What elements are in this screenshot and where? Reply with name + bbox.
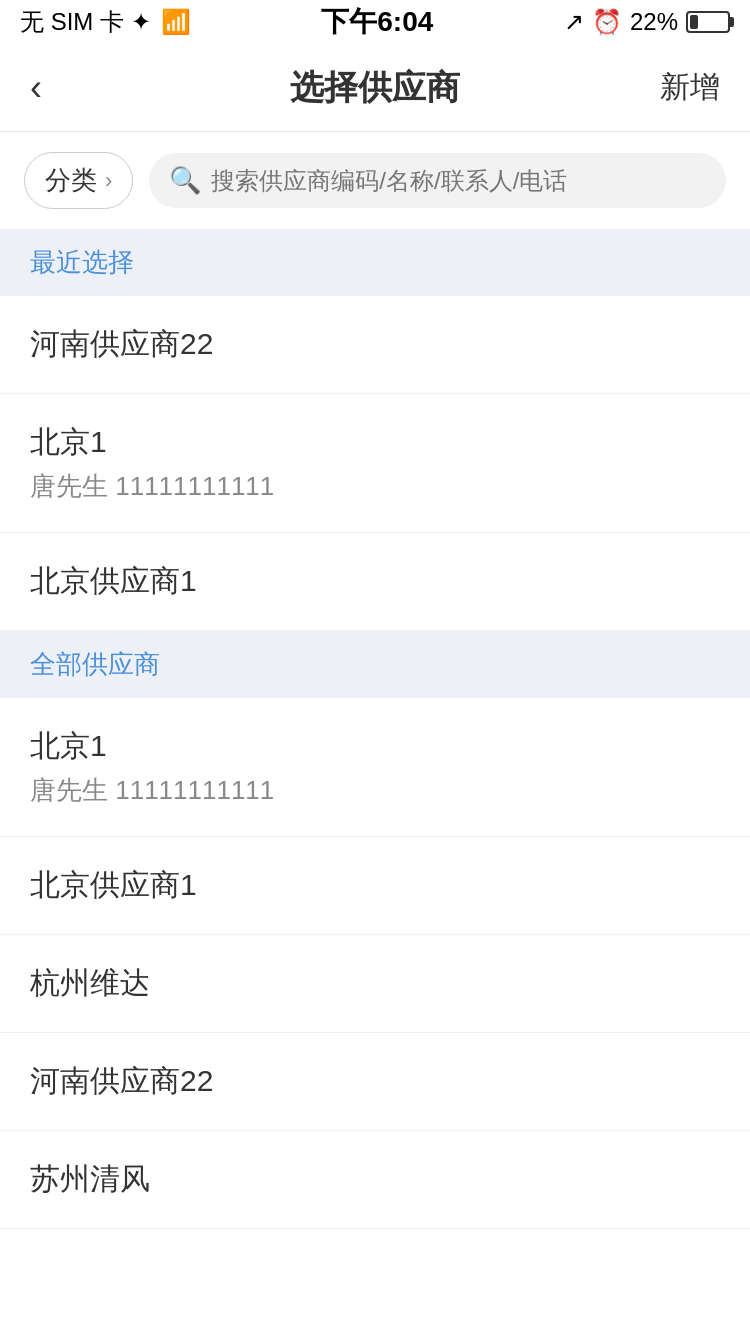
item-name: 北京1 xyxy=(30,726,720,767)
all-section-header: 全部供应商 xyxy=(0,631,750,698)
all-section-title: 全部供应商 xyxy=(30,649,160,679)
nav-bar: ‹ 选择供应商 新增 xyxy=(0,44,750,132)
filter-bar: 分类 › 🔍 xyxy=(0,132,750,229)
category-button[interactable]: 分类 › xyxy=(24,152,133,209)
status-right: ↗ ⏰ 22% xyxy=(564,8,730,36)
list-item[interactable]: 北京供应商1 xyxy=(0,533,750,631)
location-icon: ↗ xyxy=(564,8,584,36)
add-button[interactable]: 新增 xyxy=(660,67,720,108)
list-item[interactable]: 北京1 唐先生 11111111111 xyxy=(0,394,750,533)
search-input[interactable] xyxy=(211,167,706,195)
wifi-icon: 📶 xyxy=(161,8,191,36)
recent-items-list: 河南供应商22 北京1 唐先生 11111111111 北京供应商1 xyxy=(0,296,750,631)
all-items-list: 北京1 唐先生 11111111111 北京供应商1 杭州维达 河南供应商22 … xyxy=(0,698,750,1229)
list-item[interactable]: 河南供应商22 xyxy=(0,1033,750,1131)
recent-section-header: 最近选择 xyxy=(0,229,750,296)
status-bar: 无 SIM 卡 ✦ 📶 下午6:04 ↗ ⏰ 22% xyxy=(0,0,750,44)
sim-label: 无 SIM 卡 ✦ xyxy=(20,6,151,38)
item-name: 河南供应商22 xyxy=(30,324,720,365)
item-name: 河南供应商22 xyxy=(30,1061,720,1102)
search-icon: 🔍 xyxy=(169,165,201,196)
item-sub: 唐先生 11111111111 xyxy=(30,469,720,504)
item-name: 北京供应商1 xyxy=(30,865,720,906)
item-name: 北京1 xyxy=(30,422,720,463)
list-item[interactable]: 河南供应商22 xyxy=(0,296,750,394)
chevron-right-icon: › xyxy=(105,168,112,194)
item-sub: 唐先生 11111111111 xyxy=(30,773,720,808)
battery-percentage: 22% xyxy=(630,8,678,36)
list-item[interactable]: 北京1 唐先生 11111111111 xyxy=(0,698,750,837)
list-item[interactable]: 杭州维达 xyxy=(0,935,750,1033)
status-time: 下午6:04 xyxy=(321,3,433,41)
list-item[interactable]: 苏州清风 xyxy=(0,1131,750,1229)
item-name: 苏州清风 xyxy=(30,1159,720,1200)
back-button[interactable]: ‹ xyxy=(30,67,90,109)
list-item[interactable]: 北京供应商1 xyxy=(0,837,750,935)
alarm-icon: ⏰ xyxy=(592,8,622,36)
item-name: 杭州维达 xyxy=(30,963,720,1004)
status-left: 无 SIM 卡 ✦ 📶 xyxy=(20,6,191,38)
page-title: 选择供应商 xyxy=(290,65,460,111)
recent-section-title: 最近选择 xyxy=(30,247,134,277)
battery-icon xyxy=(686,11,730,33)
search-box[interactable]: 🔍 xyxy=(149,153,726,208)
item-name: 北京供应商1 xyxy=(30,561,720,602)
category-label: 分类 xyxy=(45,163,97,198)
